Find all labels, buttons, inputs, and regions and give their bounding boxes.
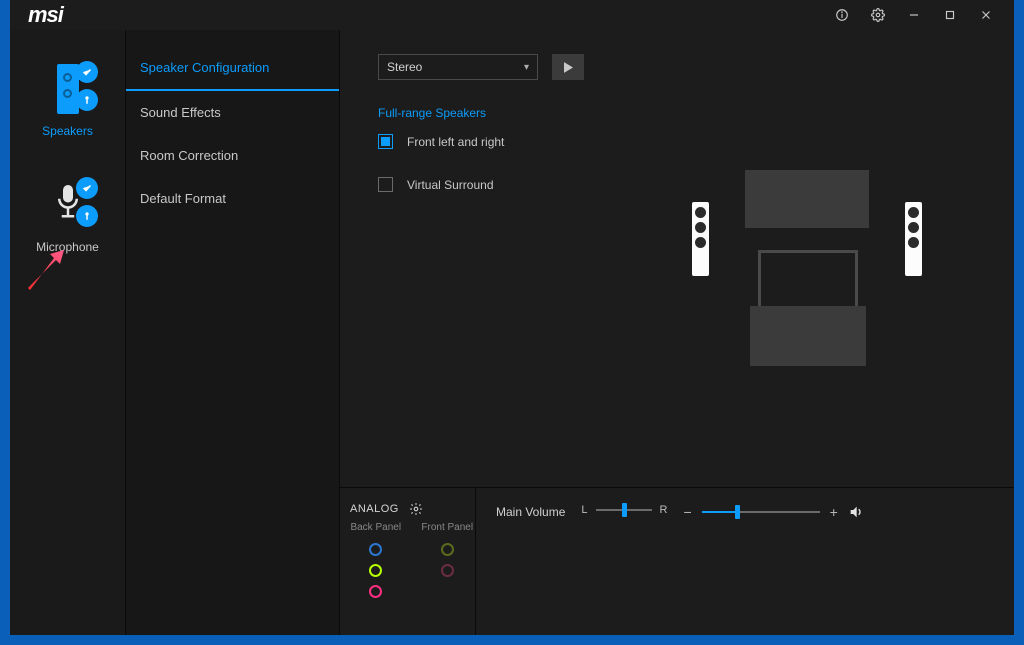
diagram-couch-seat-icon xyxy=(750,306,866,366)
jack-back-1[interactable] xyxy=(369,564,382,577)
volume-section: Main Volume L R − + xyxy=(476,488,1014,635)
analog-section: ANALOG Back Panel Front Panel xyxy=(340,488,476,635)
maximize-button[interactable] xyxy=(932,1,968,29)
balance-right-label: R xyxy=(660,504,668,516)
jack-back-0[interactable] xyxy=(369,543,382,556)
nav-default-format[interactable]: Default Format xyxy=(126,177,339,220)
main-volume-label: Main Volume xyxy=(496,504,565,519)
checkbox-label: Virtual Surround xyxy=(407,178,494,192)
section-title: Full-range Speakers xyxy=(378,106,976,120)
front-panel-column: Front Panel xyxy=(420,522,476,598)
play-icon xyxy=(564,62,573,73)
volume-down-button[interactable]: − xyxy=(683,504,691,520)
diagram-tv-icon xyxy=(745,170,869,228)
close-icon xyxy=(979,8,993,22)
diagram-couch-back-icon xyxy=(758,250,858,308)
volume-slider[interactable] xyxy=(702,511,820,513)
brand-logo: msi xyxy=(20,2,63,28)
settings-button[interactable] xyxy=(860,1,896,29)
minimize-button[interactable] xyxy=(896,1,932,29)
checkbox-front-lr[interactable] xyxy=(378,134,393,149)
back-panel-label: Back Panel xyxy=(350,522,401,533)
device-label: Microphone xyxy=(36,240,99,254)
diagram-right-speaker-icon xyxy=(905,202,922,276)
nav-sound-effects[interactable]: Sound Effects xyxy=(126,91,339,134)
diagram-left-speaker-icon xyxy=(692,202,709,276)
close-button[interactable] xyxy=(968,1,1004,29)
balance-thumb[interactable] xyxy=(622,503,627,517)
device-speakers[interactable]: Speakers xyxy=(10,64,125,138)
volume-fill xyxy=(702,511,735,513)
dropdown-value: Stereo xyxy=(387,60,422,74)
minimize-icon xyxy=(907,8,921,22)
jack-back-2[interactable] xyxy=(369,585,382,598)
info-icon xyxy=(835,8,849,22)
app-window: msi xyxy=(10,0,1014,635)
settings-nav: Speaker Configuration Sound Effects Room… xyxy=(126,30,340,635)
volume-up-button[interactable]: + xyxy=(830,504,838,520)
gear-icon xyxy=(871,8,885,22)
plug-badge-icon xyxy=(76,205,98,227)
main-pane: Stereo ▾ Full-range Speakers Front left … xyxy=(340,30,1014,635)
back-panel-column: Back Panel xyxy=(348,522,404,598)
room-diagram xyxy=(692,170,922,380)
balance-left-label: L xyxy=(581,504,587,516)
jack-front-0[interactable] xyxy=(441,543,454,556)
check-badge-icon xyxy=(76,61,98,83)
jack-front-1[interactable] xyxy=(441,564,454,577)
check-badge-icon xyxy=(76,177,98,199)
bottom-panel: ANALOG Back Panel Front Panel xyxy=(340,487,1014,635)
speaker-sound-icon xyxy=(848,504,864,520)
title-bar-actions xyxy=(824,1,1004,29)
test-play-button[interactable] xyxy=(552,54,584,80)
speaker-mode-dropdown[interactable]: Stereo ▾ xyxy=(378,54,538,80)
nav-room-correction[interactable]: Room Correction xyxy=(126,134,339,177)
checkbox-label: Front left and right xyxy=(407,135,504,149)
analog-title: ANALOG xyxy=(350,503,399,515)
volume-thumb[interactable] xyxy=(735,505,740,519)
maximize-icon xyxy=(943,8,957,22)
info-button[interactable] xyxy=(824,1,860,29)
device-pane: Speakers Microphone xyxy=(10,30,126,635)
chevron-down-icon: ▾ xyxy=(524,62,529,73)
checkbox-virtual-surround[interactable] xyxy=(378,177,393,192)
device-microphone[interactable]: Microphone xyxy=(10,180,125,254)
balance-track xyxy=(596,509,652,511)
content-area: Stereo ▾ Full-range Speakers Front left … xyxy=(340,30,1014,487)
title-bar: msi xyxy=(10,0,1014,30)
analog-settings-button[interactable] xyxy=(409,502,423,516)
plug-badge-icon xyxy=(76,89,98,111)
nav-speaker-configuration[interactable]: Speaker Configuration xyxy=(126,46,339,91)
device-label: Speakers xyxy=(42,124,93,138)
front-panel-label: Front Panel xyxy=(421,522,473,533)
balance-slider[interactable]: L R xyxy=(581,504,667,516)
